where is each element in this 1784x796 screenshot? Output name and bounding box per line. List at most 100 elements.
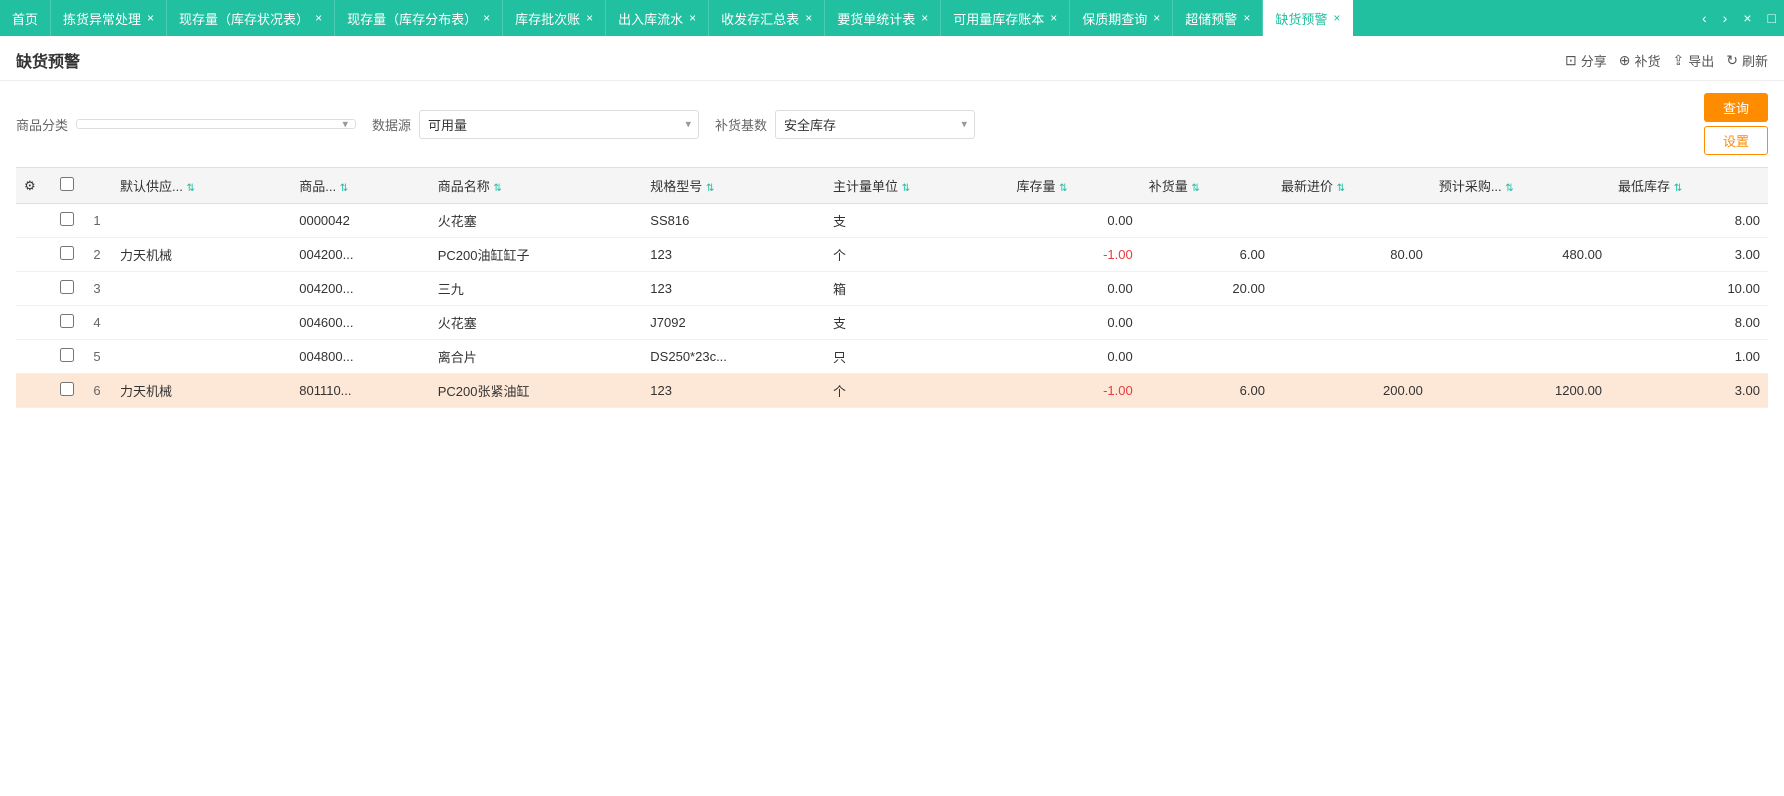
category-filter: 商品分类 ▾ xyxy=(16,115,356,134)
table-row[interactable]: 3 004200... 三九 123 箱 0.00 20.00 10.00 xyxy=(16,272,1768,306)
row-checkbox[interactable] xyxy=(60,246,74,260)
table-header-row: ⚙ 默认供应... ⇅ 商品... ⇅ 商品名称 xyxy=(16,168,1768,204)
select-all-checkbox[interactable] xyxy=(60,177,74,191)
row-spec: 123 xyxy=(642,238,825,272)
page-header: 缺货预警 ⊡ 分享 ⊕ 补货 ⇪ 导出 ↻ 刷新 xyxy=(0,36,1784,81)
tab-flow[interactable]: 出入库流水 × xyxy=(606,0,709,36)
row-replenish-qty: 6.00 xyxy=(1141,374,1273,408)
query-button[interactable]: 查询 xyxy=(1704,93,1768,122)
col-sort-icon: ⇅ xyxy=(706,183,714,194)
tab-close-all-button[interactable]: × xyxy=(1735,0,1759,36)
row-spec: SS816 xyxy=(642,204,825,238)
col-latest-price-label: 最新进价 xyxy=(1281,179,1333,194)
col-spec[interactable]: 规格型号 ⇅ xyxy=(642,168,825,204)
row-supplier xyxy=(112,340,291,374)
table-body: 1 0000042 火花塞 SS816 支 0.00 8.00 2 力天机械 0… xyxy=(16,204,1768,408)
table-row[interactable]: 1 0000042 火花塞 SS816 支 0.00 8.00 xyxy=(16,204,1768,238)
row-product-name: PC200张紧油缸 xyxy=(430,374,643,408)
table-row[interactable]: 5 004800... 离合片 DS250*23c... 只 0.00 1.00 xyxy=(16,340,1768,374)
tab-scroll-left-button[interactable]: ‹ xyxy=(1694,0,1715,36)
row-gear-cell xyxy=(16,272,52,306)
row-checkbox-cell[interactable] xyxy=(52,374,82,408)
row-checkbox[interactable] xyxy=(60,314,74,328)
row-stock: -1.00 xyxy=(1009,374,1141,408)
col-sort-icon: ⇅ xyxy=(186,183,194,194)
table-row[interactable]: 4 004600... 火花塞 J7092 支 0.00 8.00 xyxy=(16,306,1768,340)
gear-icon[interactable]: ⚙ xyxy=(24,178,36,193)
tab-summary[interactable]: 收发存汇总表 × xyxy=(709,0,825,36)
tab-close-icon[interactable]: × xyxy=(1243,11,1250,25)
col-latest-price[interactable]: 最新进价 ⇅ xyxy=(1273,168,1431,204)
tab-label: 出入库流水 xyxy=(618,9,683,28)
replenish-button[interactable]: ⊕ 补货 xyxy=(1619,51,1661,70)
table-row[interactable]: 6 力天机械 801110... PC200张紧油缸 123 个 -1.00 6… xyxy=(16,374,1768,408)
tab-close-icon[interactable]: × xyxy=(315,11,322,25)
tab-label: 库存批次账 xyxy=(515,9,580,28)
replenish-basis-label: 补货基数 xyxy=(715,115,767,134)
row-spec: DS250*23c... xyxy=(642,340,825,374)
col-replenish-qty[interactable]: 补货量 ⇅ xyxy=(1141,168,1273,204)
row-checkbox[interactable] xyxy=(60,348,74,362)
row-checkbox-cell[interactable] xyxy=(52,306,82,340)
col-product-name[interactable]: 商品名称 ⇅ xyxy=(430,168,643,204)
tab-picking-exception[interactable]: 拣货异常处理 × xyxy=(51,0,167,36)
tab-overstock[interactable]: 超储预警 × xyxy=(1173,0,1263,36)
tab-close-icon[interactable]: × xyxy=(483,11,490,25)
col-default-supplier[interactable]: 默认供应... ⇅ xyxy=(112,168,291,204)
tab-maximize-button[interactable]: □ xyxy=(1760,0,1784,36)
row-product-code: 004200... xyxy=(291,238,430,272)
tab-close-icon[interactable]: × xyxy=(921,11,928,25)
export-button[interactable]: ⇪ 导出 xyxy=(1673,51,1715,70)
row-unit: 只 xyxy=(825,340,1009,374)
row-checkbox-cell[interactable] xyxy=(52,204,82,238)
row-gear-cell xyxy=(16,374,52,408)
col-min-stock[interactable]: 最低库存 ⇅ xyxy=(1610,168,1768,204)
col-product-code[interactable]: 商品... ⇅ xyxy=(291,168,430,204)
tab-close-icon[interactable]: × xyxy=(805,11,812,25)
tab-label: 现存量（库存状况表） xyxy=(179,9,309,28)
row-checkbox[interactable] xyxy=(60,382,74,396)
col-est-purchase[interactable]: 预计采购... ⇅ xyxy=(1431,168,1610,204)
tab-close-icon[interactable]: × xyxy=(689,11,696,25)
refresh-button[interactable]: ↻ 刷新 xyxy=(1726,51,1768,70)
col-default-supplier-label: 默认供应... xyxy=(120,179,183,194)
tab-batch-account[interactable]: 库存批次账 × xyxy=(503,0,606,36)
table-row[interactable]: 2 力天机械 004200... PC200油缸缸子 123 个 -1.00 6… xyxy=(16,238,1768,272)
row-number: 2 xyxy=(82,238,112,272)
row-latest-price: 80.00 xyxy=(1273,238,1431,272)
export-icon: ⇪ xyxy=(1673,52,1685,69)
tab-close-icon[interactable]: × xyxy=(586,11,593,25)
category-select[interactable] xyxy=(76,119,356,129)
tab-inventory-status[interactable]: 现存量（库存状况表） × xyxy=(167,0,335,36)
row-product-code: 0000042 xyxy=(291,204,430,238)
tab-shortage[interactable]: 缺货预警 × xyxy=(1263,0,1353,36)
tab-order-stats[interactable]: 要货单统计表 × xyxy=(825,0,941,36)
tab-scroll-right-button[interactable]: › xyxy=(1715,0,1736,36)
tab-close-icon[interactable]: × xyxy=(1333,11,1340,25)
tab-expiry[interactable]: 保质期查询 × xyxy=(1070,0,1173,36)
row-checkbox[interactable] xyxy=(60,280,74,294)
col-sort-icon: ⇅ xyxy=(340,183,348,194)
tab-home[interactable]: 首页 xyxy=(0,0,51,36)
row-checkbox-cell[interactable] xyxy=(52,272,82,306)
datasource-select-wrapper: 可用量 ▾ xyxy=(419,110,699,139)
tab-label: 现存量（库存分布表） xyxy=(347,9,477,28)
col-stock[interactable]: 库存量 ⇅ xyxy=(1009,168,1141,204)
datasource-select[interactable]: 可用量 xyxy=(419,110,699,139)
row-min-stock: 8.00 xyxy=(1610,306,1768,340)
row-product-name: 火花塞 xyxy=(430,306,643,340)
tab-close-icon[interactable]: × xyxy=(1153,11,1160,25)
replenish-basis-select[interactable]: 安全库存 xyxy=(775,110,975,139)
tab-close-icon[interactable]: × xyxy=(147,11,154,25)
row-checkbox[interactable] xyxy=(60,212,74,226)
col-unit[interactable]: 主计量单位 ⇅ xyxy=(825,168,1009,204)
tab-available-ledger[interactable]: 可用量库存账本 × xyxy=(941,0,1070,36)
row-checkbox-cell[interactable] xyxy=(52,340,82,374)
replenish-icon: ⊕ xyxy=(1619,52,1631,69)
settings-button[interactable]: 设置 xyxy=(1704,126,1768,155)
tab-inventory-dist[interactable]: 现存量（库存分布表） × xyxy=(335,0,503,36)
row-spec: 123 xyxy=(642,272,825,306)
share-button[interactable]: ⊡ 分享 xyxy=(1565,51,1607,70)
row-checkbox-cell[interactable] xyxy=(52,238,82,272)
tab-close-icon[interactable]: × xyxy=(1050,11,1057,25)
